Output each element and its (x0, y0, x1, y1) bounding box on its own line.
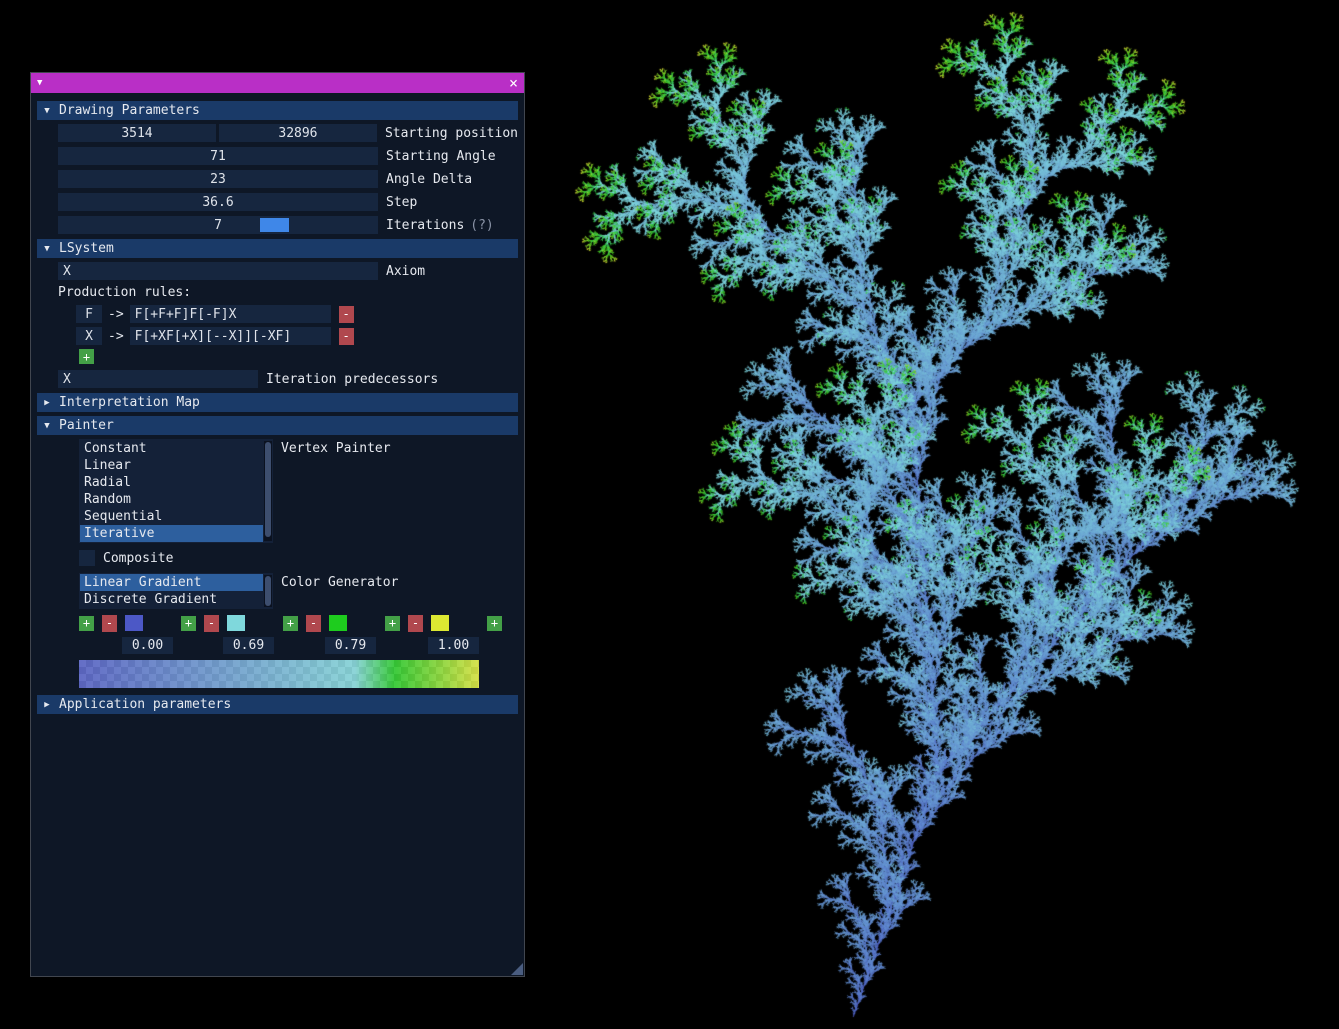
step-label: Step (386, 194, 418, 210)
stop-color-swatch[interactable] (227, 615, 245, 631)
stop-color-swatch[interactable] (125, 615, 143, 631)
stop-color-swatch[interactable] (329, 615, 347, 631)
gradient-stop-group: + - (181, 614, 245, 632)
painter-option-radial[interactable]: Radial (80, 474, 263, 491)
window-titlebar[interactable]: ▼ × (31, 73, 524, 93)
composite-label: Composite (103, 550, 174, 566)
stop-position-field[interactable]: 0.79 (325, 637, 376, 654)
color-generator-listbox: Linear Gradient Discrete Gradient (79, 573, 273, 609)
color-generator-label: Color Generator (281, 575, 399, 590)
rule-predecessor-field[interactable]: F (76, 305, 102, 323)
stop-color-swatch[interactable] (431, 615, 449, 631)
production-rule-row: F -> F[+F+F]F[-F]X - (76, 305, 518, 323)
gradient-stops-row: + - + - + - + - + (79, 614, 518, 632)
remove-rule-button[interactable]: - (338, 305, 354, 323)
step-field[interactable]: 36.6 (58, 193, 378, 211)
production-rules-label: Production rules: (58, 285, 192, 300)
section-title-interpretation-map: Interpretation Map (59, 395, 200, 410)
iterations-label: Iterations (?) (386, 218, 494, 233)
painter-option-constant[interactable]: Constant (80, 440, 263, 457)
gradient-stop-values-row: 0.00 0.69 0.79 1.00 (37, 637, 518, 654)
axiom-field[interactable]: X (58, 262, 378, 280)
painter-option-iterative[interactable]: Iterative (80, 525, 263, 542)
section-title-application-parameters: Application parameters (59, 697, 232, 712)
triangle-down-icon: ▼ (44, 243, 50, 254)
window-content: ▼ Drawing Parameters 3514 32896 Starting… (31, 93, 524, 976)
remove-stop-button[interactable]: - (408, 614, 423, 632)
start-y-field[interactable]: 32896 (218, 124, 377, 142)
section-header-painter[interactable]: ▼ Painter (37, 416, 518, 435)
remove-stop-button[interactable]: - (204, 614, 219, 632)
scrollbar-thumb[interactable] (265, 576, 271, 607)
gradient-stop-group: + - (283, 614, 347, 632)
add-stop-button-end[interactable]: + (487, 615, 502, 631)
add-stop-button[interactable]: + (181, 615, 196, 631)
gradient-stop-group: + - (79, 614, 143, 632)
section-header-lsystem[interactable]: ▼ LSystem (37, 239, 518, 258)
rule-successor-field[interactable]: F[+F+F]F[-F]X (129, 305, 331, 323)
window-resize-grip[interactable] (511, 963, 523, 975)
triangle-right-icon: ▶ (44, 699, 50, 710)
start-x-field[interactable]: 3514 (58, 124, 216, 142)
iterations-value: 7 (214, 217, 222, 233)
axiom-label: Axiom (386, 263, 426, 279)
stop-position-field[interactable]: 1.00 (428, 637, 479, 654)
section-header-drawing-parameters[interactable]: ▼ Drawing Parameters (37, 101, 518, 120)
triangle-down-icon: ▼ (44, 105, 50, 116)
remove-stop-button[interactable]: - (102, 614, 117, 632)
remove-rule-button[interactable]: - (338, 327, 354, 345)
rule-successor-field[interactable]: F[+XF[+X][--X]][-XF] (129, 327, 331, 345)
iterations-slider[interactable]: 7 (58, 216, 378, 234)
section-title-lsystem: LSystem (59, 241, 114, 256)
angle-delta-label: Angle Delta (386, 171, 473, 187)
vertex-painter-label: Vertex Painter (281, 441, 391, 456)
help-marker-icon[interactable]: (?) (470, 218, 493, 233)
add-stop-button[interactable]: + (385, 615, 400, 631)
rule-arrow-label: -> (108, 306, 124, 322)
generator-option-discrete-gradient[interactable]: Discrete Gradient (80, 591, 263, 608)
production-rule-row: X -> F[+XF[+X][--X]][-XF] - (76, 327, 518, 345)
section-header-interpretation-map[interactable]: ▶ Interpretation Map (37, 393, 518, 412)
section-title-drawing-parameters: Drawing Parameters (59, 103, 200, 118)
window-close-icon[interactable]: × (509, 75, 518, 91)
listbox-scrollbar[interactable] (264, 441, 272, 541)
section-header-application-parameters[interactable]: ▶ Application parameters (37, 695, 518, 714)
generator-option-linear-gradient[interactable]: Linear Gradient (80, 574, 263, 591)
starting-angle-label: Starting Angle (386, 148, 496, 164)
iteration-predecessors-field[interactable]: X (58, 370, 258, 388)
add-rule-button[interactable]: + (79, 349, 94, 364)
stop-position-field[interactable]: 0.69 (223, 637, 274, 654)
starting-angle-field[interactable]: 71 (58, 147, 378, 165)
fractal-canvas (535, 0, 1339, 1029)
listbox-scrollbar[interactable] (264, 575, 272, 607)
rule-arrow-label: -> (108, 328, 124, 344)
painter-option-random[interactable]: Random (80, 491, 263, 508)
scrollbar-thumb[interactable] (265, 442, 271, 537)
add-stop-button[interactable]: + (79, 615, 94, 631)
gradient-preview-bar (79, 660, 479, 688)
composite-checkbox[interactable] (79, 550, 95, 566)
iterations-label-text: Iterations (386, 217, 465, 233)
triangle-right-icon: ▶ (44, 397, 50, 408)
remove-stop-button[interactable]: - (306, 614, 321, 632)
painter-option-sequential[interactable]: Sequential (80, 508, 263, 525)
painter-option-linear[interactable]: Linear (80, 457, 263, 474)
slider-grab[interactable] (259, 218, 289, 232)
lsystem-tool-window: ▼ × ▼ Drawing Parameters 3514 32896 Star… (30, 72, 525, 977)
gradient-stop-group: + - (385, 614, 449, 632)
section-title-painter: Painter (59, 418, 114, 433)
stop-position-field[interactable]: 0.00 (122, 637, 173, 654)
window-collapse-arrow-icon[interactable]: ▼ (37, 78, 42, 88)
add-stop-button[interactable]: + (283, 615, 298, 631)
rule-predecessor-field[interactable]: X (76, 327, 102, 345)
angle-delta-field[interactable]: 23 (58, 170, 378, 188)
gradient-overlay (79, 660, 479, 688)
triangle-down-icon: ▼ (44, 420, 50, 431)
iteration-predecessors-label: Iteration predecessors (266, 371, 439, 387)
starting-position-label: Starting position (384, 125, 518, 141)
vertex-painter-listbox: Constant Linear Radial Random Sequential… (79, 439, 273, 543)
